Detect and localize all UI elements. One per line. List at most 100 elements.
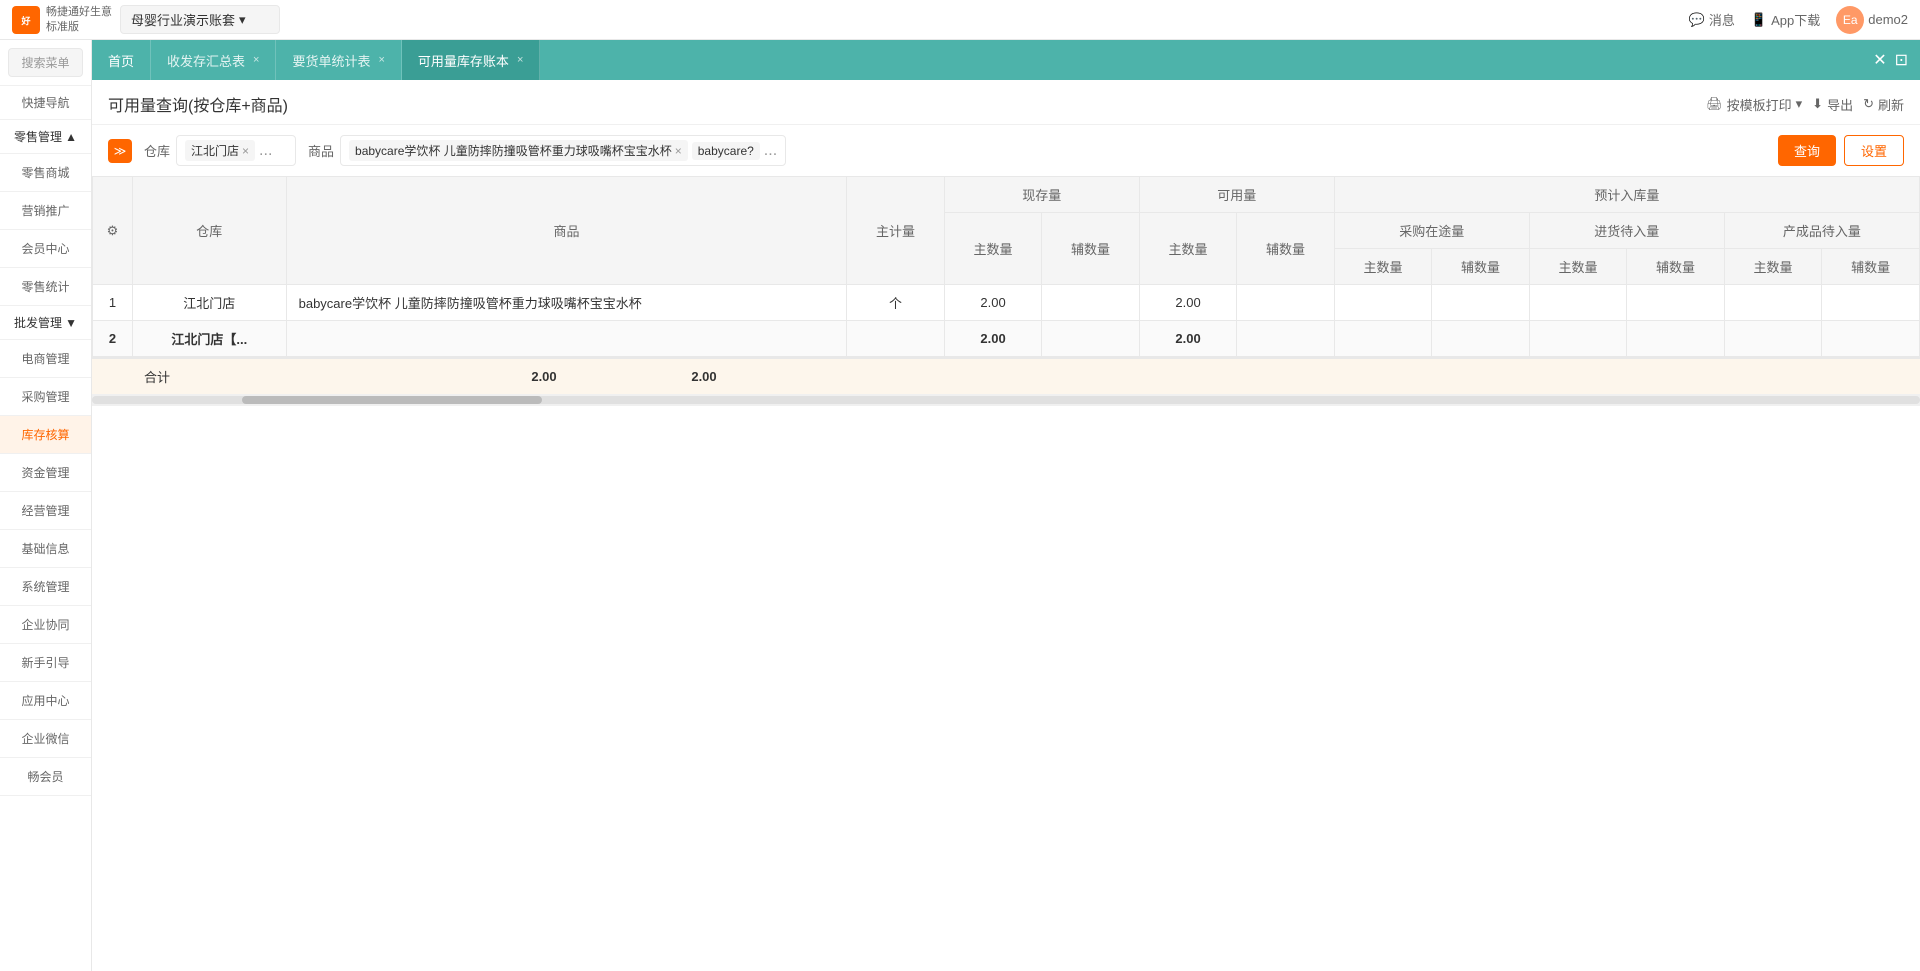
purchase-label: 采购管理 xyxy=(21,388,69,405)
cell-main-unit: 个 xyxy=(847,285,945,321)
settings-icon: ⚙ xyxy=(107,223,119,238)
retail-shop-label: 零售商城 xyxy=(21,164,69,181)
filter-toggle-button[interactable]: ≫ xyxy=(108,139,132,163)
cell-no: 2 xyxy=(93,321,133,357)
wechat-label: 企业微信 xyxy=(21,730,69,747)
inventory-label: 库存核算 xyxy=(21,426,69,443)
page-title: 可用量查询(按仓库+商品) xyxy=(108,92,288,116)
sidebar-item-finance[interactable]: 资金管理 xyxy=(0,454,91,492)
close-all-icon[interactable]: ✕ xyxy=(1873,50,1886,70)
main-content: 可用量查询(按仓库+商品) 🖨 按模板打印 ▾ ⬇ 导出 ↻ 刷新 xyxy=(92,80,1920,971)
table-row: 1 江北门店 babycare学饮杯 儿童防摔防撞吸管杯重力球吸嘴杯宝宝水杯 个… xyxy=(93,285,1920,321)
top-bar-right: 💬 消息 📱 App下载 Ea demo2 xyxy=(1689,6,1908,34)
export-button[interactable]: ⬇ 导出 xyxy=(1812,95,1853,114)
refresh-button[interactable]: ↻ 刷新 xyxy=(1863,95,1904,114)
th-settings[interactable]: ⚙ xyxy=(93,177,133,285)
message-label: 消息 xyxy=(1709,10,1735,29)
cell-product-aux-qty xyxy=(1822,321,1920,357)
cell-no: 1 xyxy=(93,285,133,321)
search-menu-button[interactable]: 搜索菜单 xyxy=(8,48,83,77)
retail-stats-label: 零售统计 xyxy=(21,278,69,295)
sidebar-item-wholesale[interactable]: 批发管理 ▼ xyxy=(0,306,91,340)
th-main-unit: 主计量 xyxy=(847,177,945,285)
product-tag-2: babycare? xyxy=(692,142,760,160)
warehouse-filter-group: 仓库 江北门店 × ... xyxy=(144,135,296,166)
sidebar-item-app-center[interactable]: 应用中心 xyxy=(0,682,91,720)
tab-orders-label: 要货单统计表 xyxy=(292,51,370,70)
printer-icon: 🖨 xyxy=(1706,96,1723,112)
sidebar-item-vip[interactable]: 畅会员 xyxy=(0,758,91,796)
query-button[interactable]: 查询 xyxy=(1778,135,1836,166)
sidebar-item-retail-stats[interactable]: 零售统计 xyxy=(0,268,91,306)
app-download-label: App下载 xyxy=(1771,10,1820,29)
scrollbar-thumb[interactable] xyxy=(242,396,542,404)
cell-available-aux-qty xyxy=(1237,321,1335,357)
sidebar-item-wechat[interactable]: 企业微信 xyxy=(0,720,91,758)
quick-nav-button[interactable]: 快捷导航 xyxy=(0,86,91,120)
warehouse-filter-input[interactable]: 江北门店 × ... xyxy=(176,135,296,166)
tab-home[interactable]: 首页 xyxy=(92,40,151,80)
bottom-scrollbar[interactable] xyxy=(92,394,1920,406)
user-profile[interactable]: Ea demo2 xyxy=(1836,6,1908,34)
tab-receipts[interactable]: 收发存汇总表 × xyxy=(151,40,276,80)
finance-label: 资金管理 xyxy=(21,464,69,481)
product-tag-1-remove[interactable]: × xyxy=(675,144,682,158)
sidebar-item-ecommerce[interactable]: 电商管理 xyxy=(0,340,91,378)
wholesale-label: 批发管理 xyxy=(14,314,62,331)
expand-icon[interactable]: ⊡ xyxy=(1895,50,1908,70)
sidebar-item-purchase[interactable]: 采购管理 xyxy=(0,378,91,416)
th-product-pending: 产成品待入量 xyxy=(1724,213,1919,249)
product-filter-input[interactable]: babycare学饮杯 儿童防摔防撞吸管杯重力球吸嘴杯宝宝水杯 × babyca… xyxy=(340,135,786,166)
footer-label: 合计 xyxy=(144,367,224,386)
warehouse-more-icon[interactable]: ... xyxy=(259,142,272,160)
sidebar-item-members[interactable]: 会员中心 xyxy=(0,230,91,268)
app-download-button[interactable]: 📱 App下载 xyxy=(1751,10,1820,29)
logo-icon: 好 xyxy=(12,6,40,34)
sidebar-item-retail-shop[interactable]: 零售商城 xyxy=(0,154,91,192)
industry-selector[interactable]: 母婴行业演示账套 ▾ xyxy=(120,5,280,34)
warehouse-tag-remove[interactable]: × xyxy=(242,144,249,158)
filter-action-buttons: 查询 设置 xyxy=(1778,135,1904,166)
sidebar-item-marketing[interactable]: 营销推广 xyxy=(0,192,91,230)
product-more-icon[interactable]: ... xyxy=(764,142,777,160)
th-available-aux-qty: 辅数量 xyxy=(1237,213,1335,285)
th-available-main-qty: 主数量 xyxy=(1139,213,1237,285)
th-product-main: 主数量 xyxy=(1724,249,1822,285)
sidebar-item-basic-info[interactable]: 基础信息 xyxy=(0,530,91,568)
tab-orders-close[interactable]: × xyxy=(378,54,384,66)
message-button[interactable]: 💬 消息 xyxy=(1689,10,1735,29)
sidebar-item-new-guide[interactable]: 新手引导 xyxy=(0,644,91,682)
sidebar-item-retail-mgmt[interactable]: 零售管理 ▲ xyxy=(0,120,91,154)
sidebar-item-operations[interactable]: 经营管理 xyxy=(0,492,91,530)
cell-warehouse: 江北门店【... xyxy=(133,321,287,357)
sidebar-item-system[interactable]: 系统管理 xyxy=(0,568,91,606)
toggle-icon: ≫ xyxy=(114,144,127,158)
th-inbound-aux: 辅数量 xyxy=(1627,249,1725,285)
tab-receipts-label: 收发存汇总表 xyxy=(167,51,245,70)
th-inbound-main: 主数量 xyxy=(1529,249,1627,285)
footer-current-main-qty: 2.00 xyxy=(504,369,584,384)
nav-tabs: 首页 收发存汇总表 × 要货单统计表 × 可用量库存账本 × ✕ ⊡ xyxy=(92,40,1920,80)
th-warehouse: 仓库 xyxy=(133,177,287,285)
cell-product-aux-qty xyxy=(1822,285,1920,321)
logo-text: 畅捷通好生意 标准版 xyxy=(46,5,112,34)
settings-button[interactable]: 设置 xyxy=(1844,135,1904,166)
tab-receipts-close[interactable]: × xyxy=(253,54,259,66)
print-label: 按模板打印 xyxy=(1727,95,1792,114)
sidebar-item-enterprise[interactable]: 企业协同 xyxy=(0,606,91,644)
print-button[interactable]: 🖨 按模板打印 ▾ xyxy=(1706,95,1802,114)
tab-inventory-close[interactable]: × xyxy=(517,54,523,66)
sidebar: 搜索菜单 快捷导航 零售管理 ▲ 零售商城 营销推广 会员中心 零售统计 批发管… xyxy=(0,40,92,971)
app-icon: 📱 xyxy=(1751,12,1767,28)
th-inbound-pending: 进货待入量 xyxy=(1529,213,1724,249)
inventory-table: ⚙ 仓库 商品 主计量 现存量 可用量 预计入库量 主数量 辅数量 主数量 辅数… xyxy=(92,176,1920,357)
sidebar-item-inventory[interactable]: 库存核算 xyxy=(0,416,91,454)
system-label: 系统管理 xyxy=(21,578,69,595)
retail-mgmt-label: 零售管理 xyxy=(14,128,62,145)
tab-inventory[interactable]: 可用量库存账本 × xyxy=(402,40,540,80)
basic-info-label: 基础信息 xyxy=(21,540,69,557)
tab-orders[interactable]: 要货单统计表 × xyxy=(276,40,401,80)
refresh-label: 刷新 xyxy=(1878,95,1904,114)
product-tag-1: babycare学饮杯 儿童防摔防撞吸管杯重力球吸嘴杯宝宝水杯 × xyxy=(349,140,688,161)
th-current-main-qty: 主数量 xyxy=(944,213,1042,285)
